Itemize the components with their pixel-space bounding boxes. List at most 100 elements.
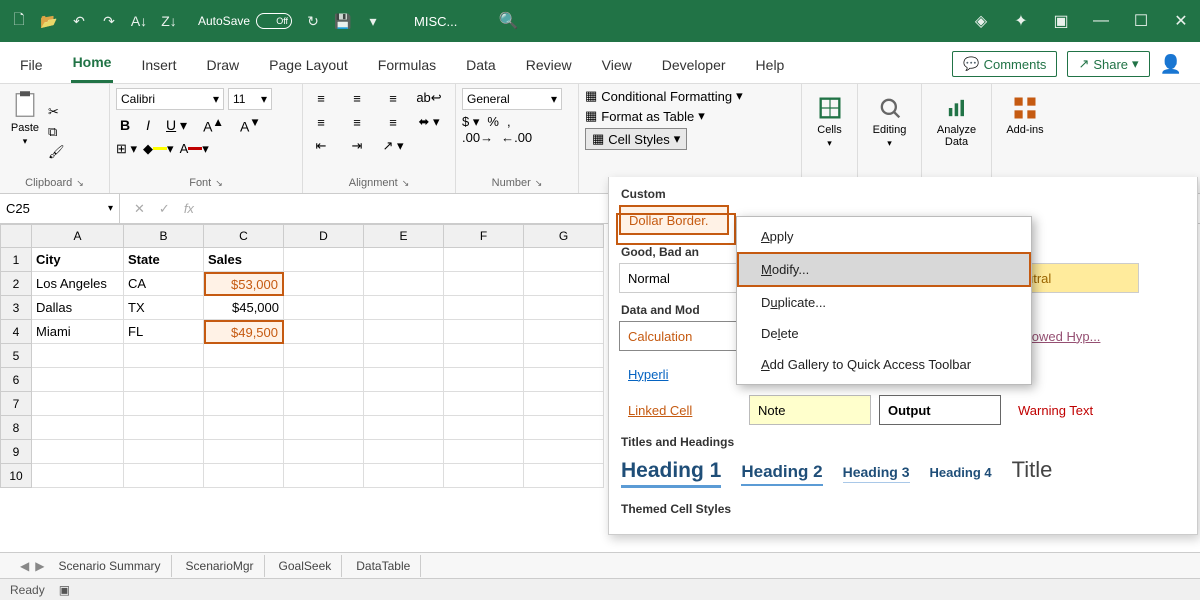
cell[interactable] bbox=[444, 248, 524, 272]
bold-button[interactable]: B bbox=[116, 115, 134, 135]
tab-home[interactable]: Home bbox=[71, 46, 114, 83]
italic-button[interactable]: I bbox=[142, 115, 154, 135]
accounting-icon[interactable]: $ ▾ bbox=[462, 114, 479, 130]
cell[interactable] bbox=[364, 296, 444, 320]
style-heading-4[interactable]: Heading 4 bbox=[930, 465, 992, 480]
align-right-icon[interactable]: ≡ bbox=[381, 112, 405, 132]
cell[interactable] bbox=[204, 368, 284, 392]
cell[interactable]: $45,000 bbox=[204, 296, 284, 320]
cell[interactable] bbox=[364, 464, 444, 488]
comments-button[interactable]: 💬 Comments bbox=[952, 51, 1057, 77]
cell[interactable] bbox=[32, 368, 124, 392]
cell[interactable]: TX bbox=[124, 296, 204, 320]
cell[interactable] bbox=[364, 272, 444, 296]
fx-icon[interactable]: fx bbox=[184, 201, 194, 217]
comma-icon[interactable]: , bbox=[507, 114, 511, 130]
cell[interactable] bbox=[524, 344, 604, 368]
col-header[interactable]: E bbox=[364, 224, 444, 248]
format-as-table-button[interactable]: ▦ Format as Table ▾ bbox=[585, 108, 795, 124]
cell[interactable] bbox=[284, 392, 364, 416]
align-top-icon[interactable]: ≡ bbox=[309, 88, 333, 108]
align-left-icon[interactable]: ≡ bbox=[309, 112, 333, 132]
sheet-tab[interactable]: ScenarioMgr bbox=[176, 555, 265, 577]
style-linked-cell[interactable]: Linked Cell bbox=[619, 395, 741, 425]
align-middle-icon[interactable]: ≡ bbox=[345, 88, 369, 108]
format-painter-icon[interactable]: 🖌 bbox=[48, 144, 65, 160]
filename[interactable]: MISC... bbox=[414, 14, 457, 29]
row-header[interactable]: 10 bbox=[0, 464, 32, 488]
cell[interactable]: City bbox=[32, 248, 124, 272]
cell[interactable]: Dallas bbox=[32, 296, 124, 320]
cell[interactable] bbox=[524, 416, 604, 440]
qat-customize-icon[interactable]: ▾ bbox=[364, 12, 382, 30]
cell[interactable] bbox=[364, 320, 444, 344]
sheet-prev-icon[interactable]: ◀ bbox=[20, 559, 29, 573]
cell[interactable] bbox=[364, 248, 444, 272]
cell[interactable]: FL bbox=[124, 320, 204, 344]
cell[interactable] bbox=[284, 440, 364, 464]
sheet-tab[interactable]: DataTable bbox=[346, 555, 421, 577]
save-icon[interactable]: 💾 bbox=[334, 12, 352, 30]
style-calculation[interactable]: Calculation bbox=[619, 321, 741, 351]
col-header[interactable]: B bbox=[124, 224, 204, 248]
align-center-icon[interactable]: ≡ bbox=[345, 112, 369, 132]
borders-button[interactable]: ⊞ ▾ bbox=[116, 141, 137, 157]
cell[interactable]: CA bbox=[124, 272, 204, 296]
cell[interactable] bbox=[284, 368, 364, 392]
sort-asc-icon[interactable]: A↓ bbox=[130, 12, 148, 30]
row-header[interactable]: 4 bbox=[0, 320, 32, 344]
orientation-icon[interactable]: ↗ ▾ bbox=[381, 136, 405, 156]
font-color-button[interactable]: A ▾ bbox=[180, 141, 209, 157]
cell[interactable]: Miami bbox=[32, 320, 124, 344]
col-header[interactable]: A bbox=[32, 224, 124, 248]
style-heading-1[interactable]: Heading 1 bbox=[621, 459, 721, 488]
underline-button[interactable]: U ▾ bbox=[162, 115, 191, 136]
wrap-text-icon[interactable]: ab↩ bbox=[417, 88, 441, 108]
col-header[interactable]: C bbox=[204, 224, 284, 248]
conditional-formatting-button[interactable]: ▦ Conditional Formatting ▾ bbox=[585, 88, 795, 104]
sort-desc-icon[interactable]: Z↓ bbox=[160, 12, 178, 30]
cell[interactable] bbox=[444, 368, 524, 392]
tab-page-layout[interactable]: Page Layout bbox=[267, 49, 350, 83]
analyze-data-button[interactable]: Analyze Data bbox=[928, 88, 985, 154]
row-header[interactable]: 8 bbox=[0, 416, 32, 440]
sheet-tab[interactable]: GoalSeek bbox=[269, 555, 343, 577]
fill-color-button[interactable]: ◆ ▾ bbox=[143, 141, 174, 157]
cell[interactable] bbox=[284, 296, 364, 320]
editing-button[interactable]: Editing▾ bbox=[864, 88, 915, 155]
cell[interactable] bbox=[524, 464, 604, 488]
sheet-tab[interactable]: Scenario Summary bbox=[48, 555, 171, 577]
number-format-select[interactable]: General▾ bbox=[462, 88, 562, 110]
cell[interactable] bbox=[444, 320, 524, 344]
tab-review[interactable]: Review bbox=[524, 49, 574, 83]
cancel-formula-icon[interactable]: ✕ bbox=[134, 201, 145, 217]
tab-file[interactable]: File bbox=[18, 49, 45, 83]
cell[interactable] bbox=[204, 416, 284, 440]
diamond-icon[interactable]: ◈ bbox=[972, 12, 990, 30]
row-header[interactable]: 7 bbox=[0, 392, 32, 416]
align-bottom-icon[interactable]: ≡ bbox=[381, 88, 405, 108]
cell[interactable] bbox=[364, 440, 444, 464]
cell[interactable]: State bbox=[124, 248, 204, 272]
search-icon[interactable]: 🔍 bbox=[499, 12, 517, 30]
increase-indent-icon[interactable]: ⇥ bbox=[345, 136, 369, 156]
user-icon[interactable]: 👤 bbox=[1160, 54, 1182, 75]
cell[interactable] bbox=[444, 344, 524, 368]
dialog-launcher-icon[interactable]: ↘ bbox=[215, 178, 223, 189]
select-all-corner[interactable] bbox=[0, 224, 32, 248]
cell[interactable] bbox=[524, 320, 604, 344]
dialog-launcher-icon[interactable]: ↘ bbox=[402, 178, 410, 189]
cell[interactable] bbox=[124, 392, 204, 416]
tab-developer[interactable]: Developer bbox=[660, 49, 728, 83]
row-header[interactable]: 9 bbox=[0, 440, 32, 464]
style-neutral[interactable]: utral bbox=[1017, 263, 1139, 293]
cell[interactable] bbox=[524, 392, 604, 416]
open-icon[interactable]: 📂 bbox=[40, 12, 58, 30]
sheet-next-icon[interactable]: ▶ bbox=[35, 559, 44, 573]
cell[interactable] bbox=[284, 320, 364, 344]
tab-view[interactable]: View bbox=[600, 49, 634, 83]
cell[interactable] bbox=[364, 416, 444, 440]
ctx-add-gallery-qat[interactable]: Add Gallery to Quick Access Toolbar bbox=[739, 349, 1029, 380]
minimize-icon[interactable]: — bbox=[1092, 12, 1110, 30]
cell[interactable] bbox=[284, 464, 364, 488]
